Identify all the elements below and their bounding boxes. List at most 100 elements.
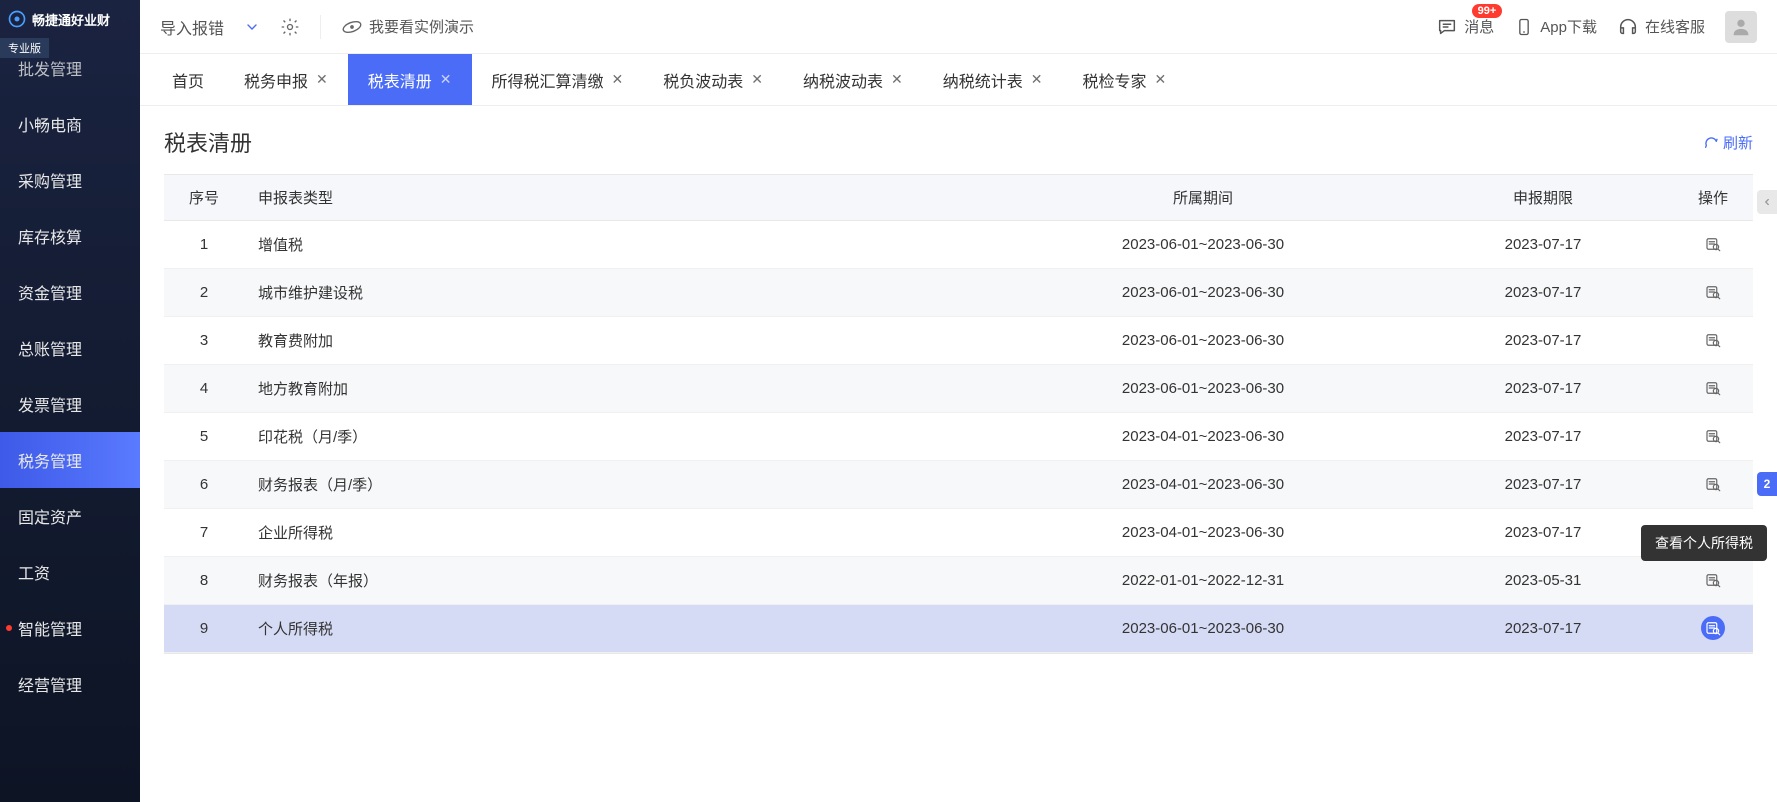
tab-label: 纳税波动表 <box>803 68 883 92</box>
cell-idx: 6 <box>164 461 244 509</box>
table-row: 5印花税（月/季）2023-04-01~2023-06-302023-07-17 <box>164 413 1753 461</box>
tab-label: 税负波动表 <box>663 68 743 92</box>
view-button[interactable] <box>1701 568 1725 592</box>
sidebar: 畅捷通好业财 专业版 批发管理小畅电商采购管理库存核算资金管理总账管理发票管理税… <box>0 0 140 802</box>
cell-deadline: 2023-07-17 <box>1413 413 1673 461</box>
avatar[interactable] <box>1725 11 1757 43</box>
sidebar-item[interactable]: 库存核算 <box>0 208 140 264</box>
close-icon[interactable]: ✕ <box>612 71 624 88</box>
table-row: 1增值税2023-06-01~2023-06-302023-07-17 <box>164 221 1753 269</box>
settings-button[interactable] <box>280 17 300 37</box>
sidebar-item[interactable]: 经营管理 <box>0 656 140 712</box>
cell-action <box>1673 269 1753 317</box>
messages-badge: 99+ <box>1472 4 1503 18</box>
col-type: 申报表类型 <box>244 175 993 221</box>
view-button[interactable] <box>1701 232 1725 256</box>
table-row: 3教育费附加2023-06-01~2023-06-302023-07-17 <box>164 317 1753 365</box>
cell-idx: 3 <box>164 317 244 365</box>
cell-action <box>1673 365 1753 413</box>
sidebar-item[interactable]: 智能管理 <box>0 600 140 656</box>
main-area: 导入报错 我要看实例演示 消息 99+ App下载 <box>140 0 1777 802</box>
topbar: 导入报错 我要看实例演示 消息 99+ App下载 <box>140 0 1777 54</box>
tab[interactable]: 税检专家 ✕ <box>1063 54 1187 105</box>
table-row: 9个人所得税2023-06-01~2023-06-302023-07-17 <box>164 605 1753 653</box>
messages-button[interactable]: 消息 99+ <box>1436 16 1494 38</box>
close-icon[interactable]: ✕ <box>751 71 763 88</box>
cell-type: 城市维护建设税 <box>244 269 993 317</box>
view-button[interactable] <box>1701 280 1725 304</box>
table-row: 2城市维护建设税2023-06-01~2023-06-302023-07-17 <box>164 269 1753 317</box>
sidebar-item[interactable]: 总账管理 <box>0 320 140 376</box>
close-icon[interactable]: ✕ <box>1155 71 1167 88</box>
col-action: 操作 <box>1673 175 1753 221</box>
sidebar-item[interactable]: 工资 <box>0 544 140 600</box>
cell-deadline: 2023-07-17 <box>1413 605 1673 653</box>
cell-period: 2023-06-01~2023-06-30 <box>993 365 1413 413</box>
headset-icon <box>1617 16 1639 38</box>
cell-idx: 2 <box>164 269 244 317</box>
tab[interactable]: 所得税汇算清缴✕ <box>472 54 644 105</box>
view-button[interactable] <box>1701 376 1725 400</box>
view-button[interactable] <box>1701 472 1725 496</box>
cell-type: 企业所得税 <box>244 509 993 557</box>
tab-label: 税检专家 <box>1083 68 1147 92</box>
tab[interactable]: 税负波动表 ✕ <box>643 54 783 105</box>
online-service-button[interactable]: 在线客服 <box>1617 16 1705 38</box>
tab[interactable]: 首页 <box>152 54 224 105</box>
demo-link-label: 我要看实例演示 <box>369 16 474 37</box>
cell-type: 增值税 <box>244 221 993 269</box>
tab[interactable]: 纳税波动表 ✕ <box>783 54 923 105</box>
app-download-button[interactable]: App下载 <box>1514 16 1597 37</box>
col-idx: 序号 <box>164 175 244 221</box>
refresh-icon <box>1703 134 1719 150</box>
tab[interactable]: 纳税统计表 ✕ <box>923 54 1063 105</box>
page-title: 税表清册 <box>164 126 252 158</box>
cell-action <box>1673 413 1753 461</box>
breadcrumb[interactable]: 导入报错 <box>160 15 224 39</box>
edge-badge[interactable]: 2 <box>1757 472 1777 496</box>
tab-label: 纳税统计表 <box>943 68 1023 92</box>
cell-idx: 9 <box>164 605 244 653</box>
messages-label: 消息 <box>1464 16 1494 37</box>
close-icon[interactable]: ✕ <box>440 71 452 88</box>
sidebar-item[interactable]: 固定资产 <box>0 488 140 544</box>
sidebar-item[interactable]: 资金管理 <box>0 264 140 320</box>
tab[interactable]: 税务申报✕ <box>224 54 348 105</box>
edge-expand-button[interactable] <box>1757 190 1777 214</box>
sidebar-item[interactable]: 批发管理 <box>0 56 140 96</box>
close-icon[interactable]: ✕ <box>316 71 328 88</box>
view-button[interactable] <box>1701 328 1725 352</box>
online-service-label: 在线客服 <box>1645 16 1705 37</box>
cell-deadline: 2023-07-17 <box>1413 461 1673 509</box>
chat-icon <box>1436 16 1458 38</box>
tab[interactable]: 税表清册 ✕ <box>348 54 472 105</box>
sidebar-item[interactable]: 发票管理 <box>0 376 140 432</box>
cell-type: 印花税（月/季） <box>244 413 993 461</box>
cell-idx: 1 <box>164 221 244 269</box>
chevron-down-icon[interactable] <box>244 19 260 35</box>
sidebar-item[interactable]: 采购管理 <box>0 152 140 208</box>
cell-period: 2022-01-01~2022-12-31 <box>993 557 1413 605</box>
sidebar-item[interactable]: 税务管理 <box>0 432 140 488</box>
phone-icon <box>1514 17 1534 37</box>
cell-period: 2023-06-01~2023-06-30 <box>993 221 1413 269</box>
cell-period: 2023-04-01~2023-06-30 <box>993 509 1413 557</box>
cell-action <box>1673 461 1753 509</box>
sidebar-item[interactable]: 小畅电商 <box>0 96 140 152</box>
cell-idx: 7 <box>164 509 244 557</box>
tooltip: 查看个人所得税 <box>1641 525 1767 561</box>
col-deadline: 申报期限 <box>1413 175 1673 221</box>
view-button[interactable] <box>1701 424 1725 448</box>
close-icon[interactable]: ✕ <box>891 71 903 88</box>
sidebar-nav: 批发管理小畅电商采购管理库存核算资金管理总账管理发票管理税务管理固定资产工资智能… <box>0 56 140 712</box>
refresh-button[interactable]: 刷新 <box>1703 132 1753 153</box>
cell-deadline: 2023-07-17 <box>1413 317 1673 365</box>
cell-deadline: 2023-07-17 <box>1413 365 1673 413</box>
tab-label: 税表清册 <box>368 68 432 92</box>
cell-deadline: 2023-07-17 <box>1413 509 1673 557</box>
view-button[interactable] <box>1701 616 1725 640</box>
cell-type: 个人所得税 <box>244 605 993 653</box>
page-header: 税表清册 刷新 <box>164 126 1753 158</box>
demo-link[interactable]: 我要看实例演示 <box>341 16 474 38</box>
close-icon[interactable]: ✕ <box>1031 71 1043 88</box>
